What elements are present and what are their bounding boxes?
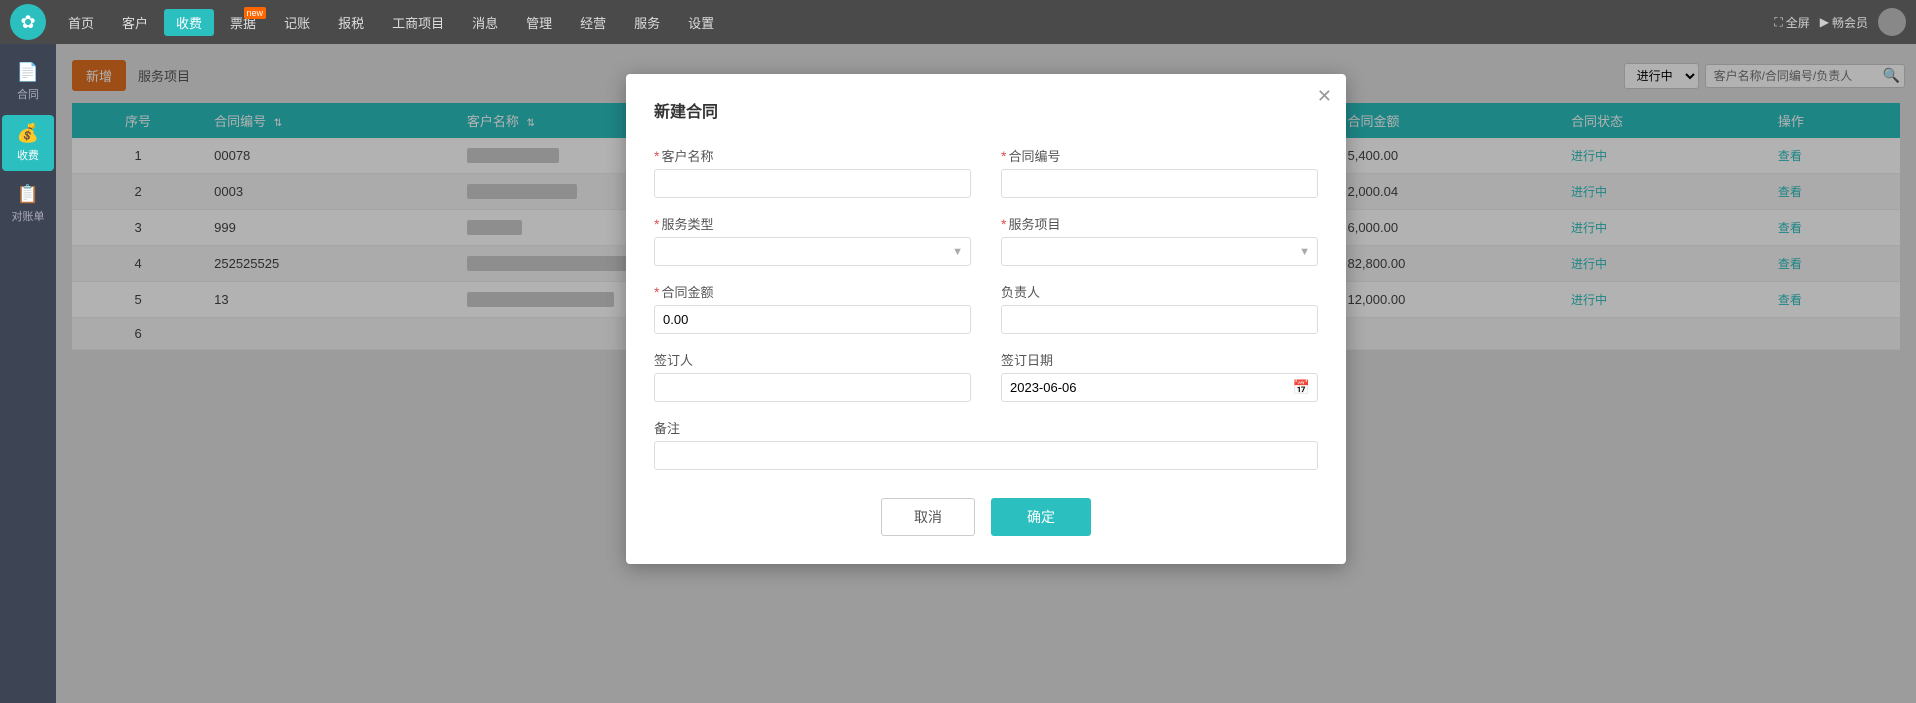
confirm-button[interactable]: 确定 <box>991 498 1091 536</box>
field-service-type: * 服务类型 ▼ <box>654 214 971 266</box>
input-responsible[interactable] <box>1001 305 1318 334</box>
sidebar-label-contract: 合同 <box>17 86 39 102</box>
sign-date-wrap: 📅 <box>1001 373 1318 402</box>
input-signer[interactable] <box>654 373 971 402</box>
label-responsible: 负责人 <box>1001 282 1318 301</box>
input-customer-name[interactable] <box>654 169 971 198</box>
input-contract-no[interactable] <box>1001 169 1318 198</box>
label-service-item: * 服务项目 <box>1001 214 1318 233</box>
member-label: 畅会员 <box>1832 14 1868 31</box>
contract-icon: 📄 <box>17 62 39 83</box>
nav-home[interactable]: 首页 <box>56 9 106 36</box>
field-note: 备注 <box>654 418 1318 470</box>
field-contract-no: * 合同编号 <box>1001 146 1318 198</box>
fullscreen-label: 全屏 <box>1786 14 1810 31</box>
service-type-select-wrap: ▼ <box>654 237 971 266</box>
field-signer: 签订人 <box>654 350 971 402</box>
reconciliation-icon: 📋 <box>17 184 39 205</box>
label-contract-no: * 合同编号 <box>1001 146 1318 165</box>
fee-icon: 💰 <box>17 123 39 144</box>
modal-overlay: ✕ 新建合同 * 客户名称 * 合同编号 <box>56 44 1916 703</box>
fullscreen-icon: ⛶ <box>1774 15 1782 30</box>
field-amount: * 合同金额 <box>654 282 971 334</box>
nav-bookkeeping[interactable]: 记账 <box>272 9 322 36</box>
cancel-button[interactable]: 取消 <box>881 498 975 536</box>
content-area: 新增 服务项目 进行中 已完成 已终止 全部 🔍 序号 合同编号 <box>56 44 1916 703</box>
nav-fee[interactable]: 收费 <box>164 9 214 36</box>
sidebar-item-reconciliation[interactable]: 📋 对账单 <box>2 176 54 232</box>
nav-invoice[interactable]: 票据 new <box>218 9 268 36</box>
nav-items: 首页 客户 收费 票据 new 记账 报税 工商项目 消息 管理 经营 服务 设… <box>56 9 1774 36</box>
field-sign-date: 签订日期 📅 <box>1001 350 1318 402</box>
app-logo: ✿ <box>10 4 46 40</box>
nav-right: ⛶ 全屏 ▶ 畅会员 <box>1774 8 1906 36</box>
sidebar-label-fee: 收费 <box>17 147 39 163</box>
label-sign-date: 签订日期 <box>1001 350 1318 369</box>
field-service-item: * 服务项目 ▼ <box>1001 214 1318 266</box>
input-note[interactable] <box>654 441 1318 470</box>
modal-form: * 客户名称 * 合同编号 <box>654 146 1318 470</box>
select-service-type[interactable] <box>654 237 971 266</box>
new-contract-modal: ✕ 新建合同 * 客户名称 * 合同编号 <box>626 74 1346 564</box>
nav-service[interactable]: 服务 <box>622 9 672 36</box>
calendar-icon[interactable]: 📅 <box>1293 379 1310 396</box>
sidebar-label-reconciliation: 对账单 <box>12 208 45 224</box>
label-note: 备注 <box>654 418 1318 437</box>
top-nav: ✿ 首页 客户 收费 票据 new 记账 报税 工商项目 消息 管理 经营 服务… <box>0 0 1916 44</box>
fullscreen-button[interactable]: ⛶ 全屏 <box>1774 14 1809 31</box>
play-icon: ▶ <box>1820 15 1829 29</box>
label-amount: * 合同金额 <box>654 282 971 301</box>
sidebar: 📄 合同 💰 收费 📋 对账单 <box>0 44 56 703</box>
modal-close-button[interactable]: ✕ <box>1317 86 1332 107</box>
modal-footer: 取消 确定 <box>654 498 1318 536</box>
new-badge: new <box>244 7 267 19</box>
input-amount[interactable] <box>654 305 971 334</box>
select-service-item[interactable] <box>1001 237 1318 266</box>
sidebar-item-fee[interactable]: 💰 收费 <box>2 115 54 171</box>
nav-settings[interactable]: 设置 <box>676 9 726 36</box>
nav-tax[interactable]: 报税 <box>326 9 376 36</box>
nav-customer[interactable]: 客户 <box>110 9 160 36</box>
field-customer-name: * 客户名称 <box>654 146 971 198</box>
nav-message[interactable]: 消息 <box>460 9 510 36</box>
nav-manage[interactable]: 管理 <box>514 9 564 36</box>
modal-title: 新建合同 <box>654 98 1318 122</box>
sidebar-item-contract[interactable]: 📄 合同 <box>2 54 54 110</box>
avatar[interactable] <box>1878 8 1906 36</box>
nav-operation[interactable]: 经营 <box>568 9 618 36</box>
nav-business[interactable]: 工商项目 <box>380 9 456 36</box>
member-button[interactable]: ▶ 畅会员 <box>1820 14 1868 31</box>
main-layout: 📄 合同 💰 收费 📋 对账单 新增 服务项目 进行中 已完成 已终止 全部 <box>0 44 1916 703</box>
field-responsible: 负责人 <box>1001 282 1318 334</box>
input-sign-date[interactable] <box>1001 373 1318 402</box>
label-customer-name: * 客户名称 <box>654 146 971 165</box>
label-service-type: * 服务类型 <box>654 214 971 233</box>
service-item-select-wrap: ▼ <box>1001 237 1318 266</box>
label-signer: 签订人 <box>654 350 971 369</box>
